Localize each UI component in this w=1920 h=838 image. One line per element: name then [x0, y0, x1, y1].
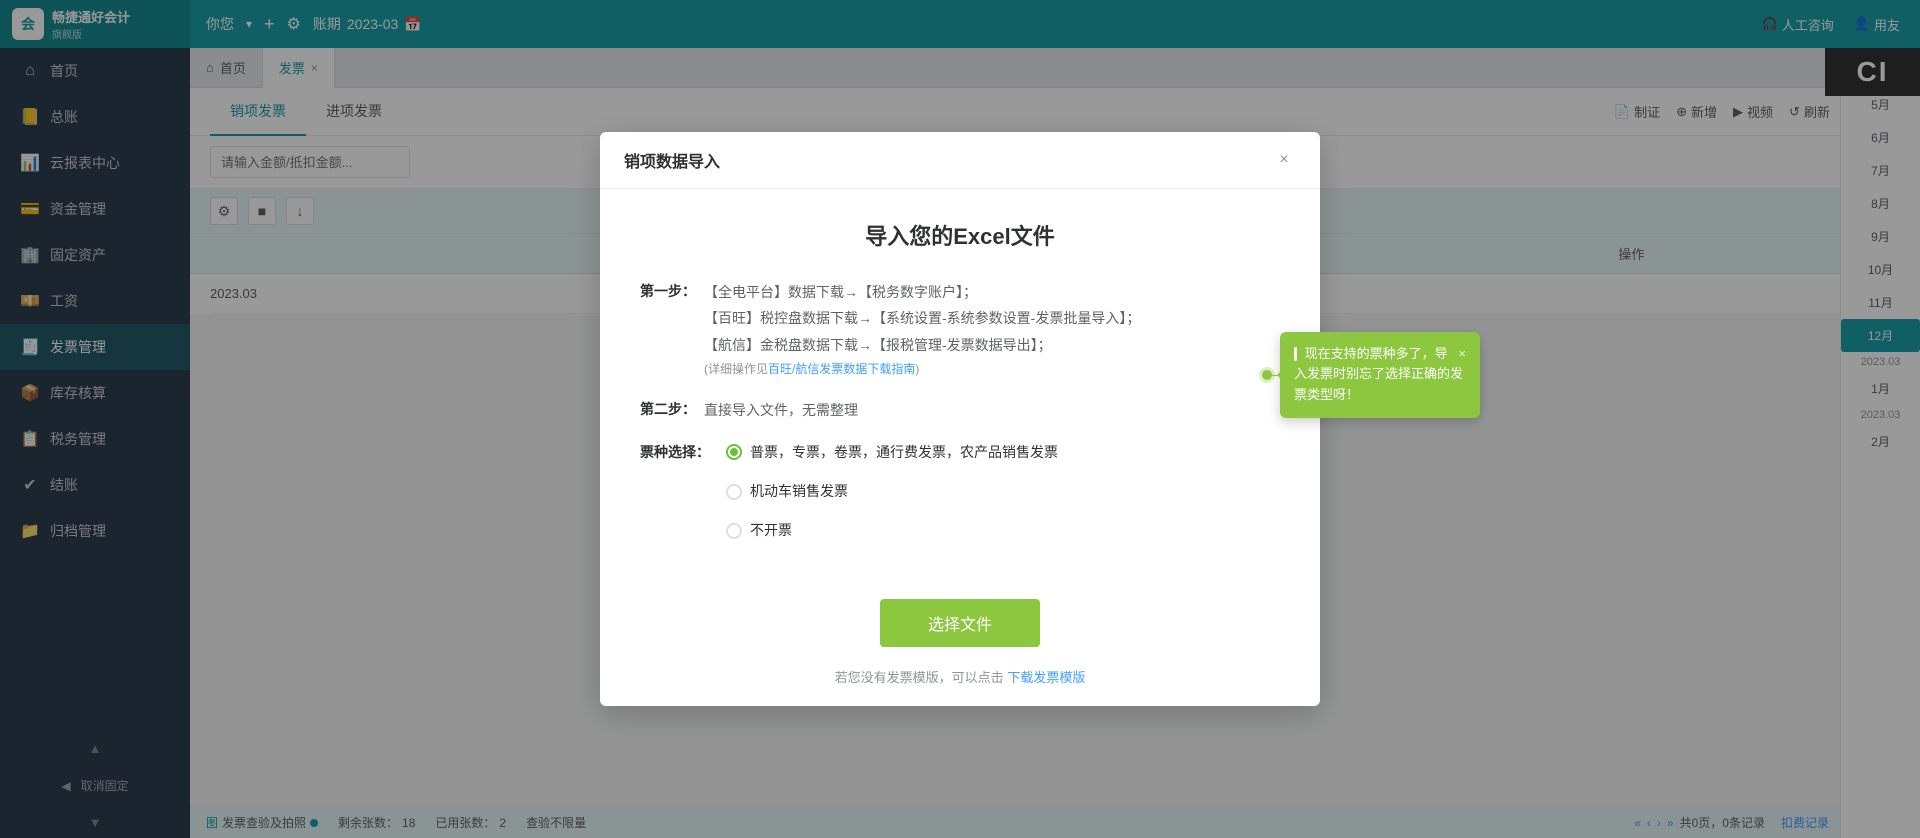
tooltip-line [1266, 375, 1280, 376]
radio-noticket[interactable]: 不开票 [726, 518, 1058, 543]
download-template-link[interactable]: 下载发票模版 [1007, 670, 1085, 685]
radio-circle-motor [726, 484, 742, 500]
tooltip-close-button[interactable]: × [1458, 344, 1466, 365]
modal-overlay: 销项数据导入 × 导入您的Excel文件 第一步： 【全电平台】数据下载→【税务… [0, 0, 1920, 838]
dialog-footer: 选择文件 [600, 589, 1320, 667]
radio-motor[interactable]: 机动车销售发票 [726, 479, 1058, 504]
dialog-title: 销项数据导入 [624, 148, 720, 172]
step1-note: (详细操作见百旺/航信发票数据下载指南) [704, 358, 1140, 381]
dialog-body: 导入您的Excel文件 第一步： 【全电平台】数据下载→【税务数字账户】； 【百… [600, 189, 1320, 590]
step2-row: 第二步： 直接导入文件，无需整理 [640, 397, 1280, 424]
step1-row: 第一步： 【全电平台】数据下载→【税务数字账户】； 【百旺】税控盘数据下载→【系… [640, 279, 1280, 382]
import-dialog: 销项数据导入 × 导入您的Excel文件 第一步： 【全电平台】数据下载→【税务… [600, 132, 1320, 707]
tooltip-bubble: × 现在支持的票种多了，导入发票时别忘了选择正确的发票类型呀！ [1280, 332, 1480, 418]
dialog-main-title: 导入您的Excel文件 [640, 219, 1280, 251]
step2-content: 直接导入文件，无需整理 [704, 397, 858, 424]
radio-circle-normal [726, 444, 742, 460]
template-hint: 若您没有发票模版，可以点击 下载发票模版 [600, 667, 1320, 706]
step2-label: 第二步： [640, 397, 696, 424]
radio-dot-normal [730, 448, 738, 456]
guide-link[interactable]: 百旺/航信发票数据下载指南 [768, 362, 915, 376]
radio-normal[interactable]: 普票，专票，卷票，通行费发票，农产品销售发票 [726, 440, 1058, 465]
dialog-close-button[interactable]: × [1272, 148, 1296, 172]
ticket-label: 票种选择： [640, 440, 710, 544]
select-file-button[interactable]: 选择文件 [880, 599, 1040, 647]
dialog-header: 销项数据导入 × [600, 132, 1320, 189]
tooltip-bar [1294, 347, 1297, 361]
ticket-row: 票种选择： 普票，专票，卷票，通行费发票，农产品销售发票 机动车销售发票 [640, 440, 1280, 544]
step1-label: 第一步： [640, 279, 696, 382]
radio-group: 普票，专票，卷票，通行费发票，农产品销售发票 机动车销售发票 不开票 [726, 440, 1058, 544]
radio-circle-noticket [726, 523, 742, 539]
step1-content: 【全电平台】数据下载→【税务数字账户】； 【百旺】税控盘数据下载→【系统设置-系… [704, 279, 1140, 382]
